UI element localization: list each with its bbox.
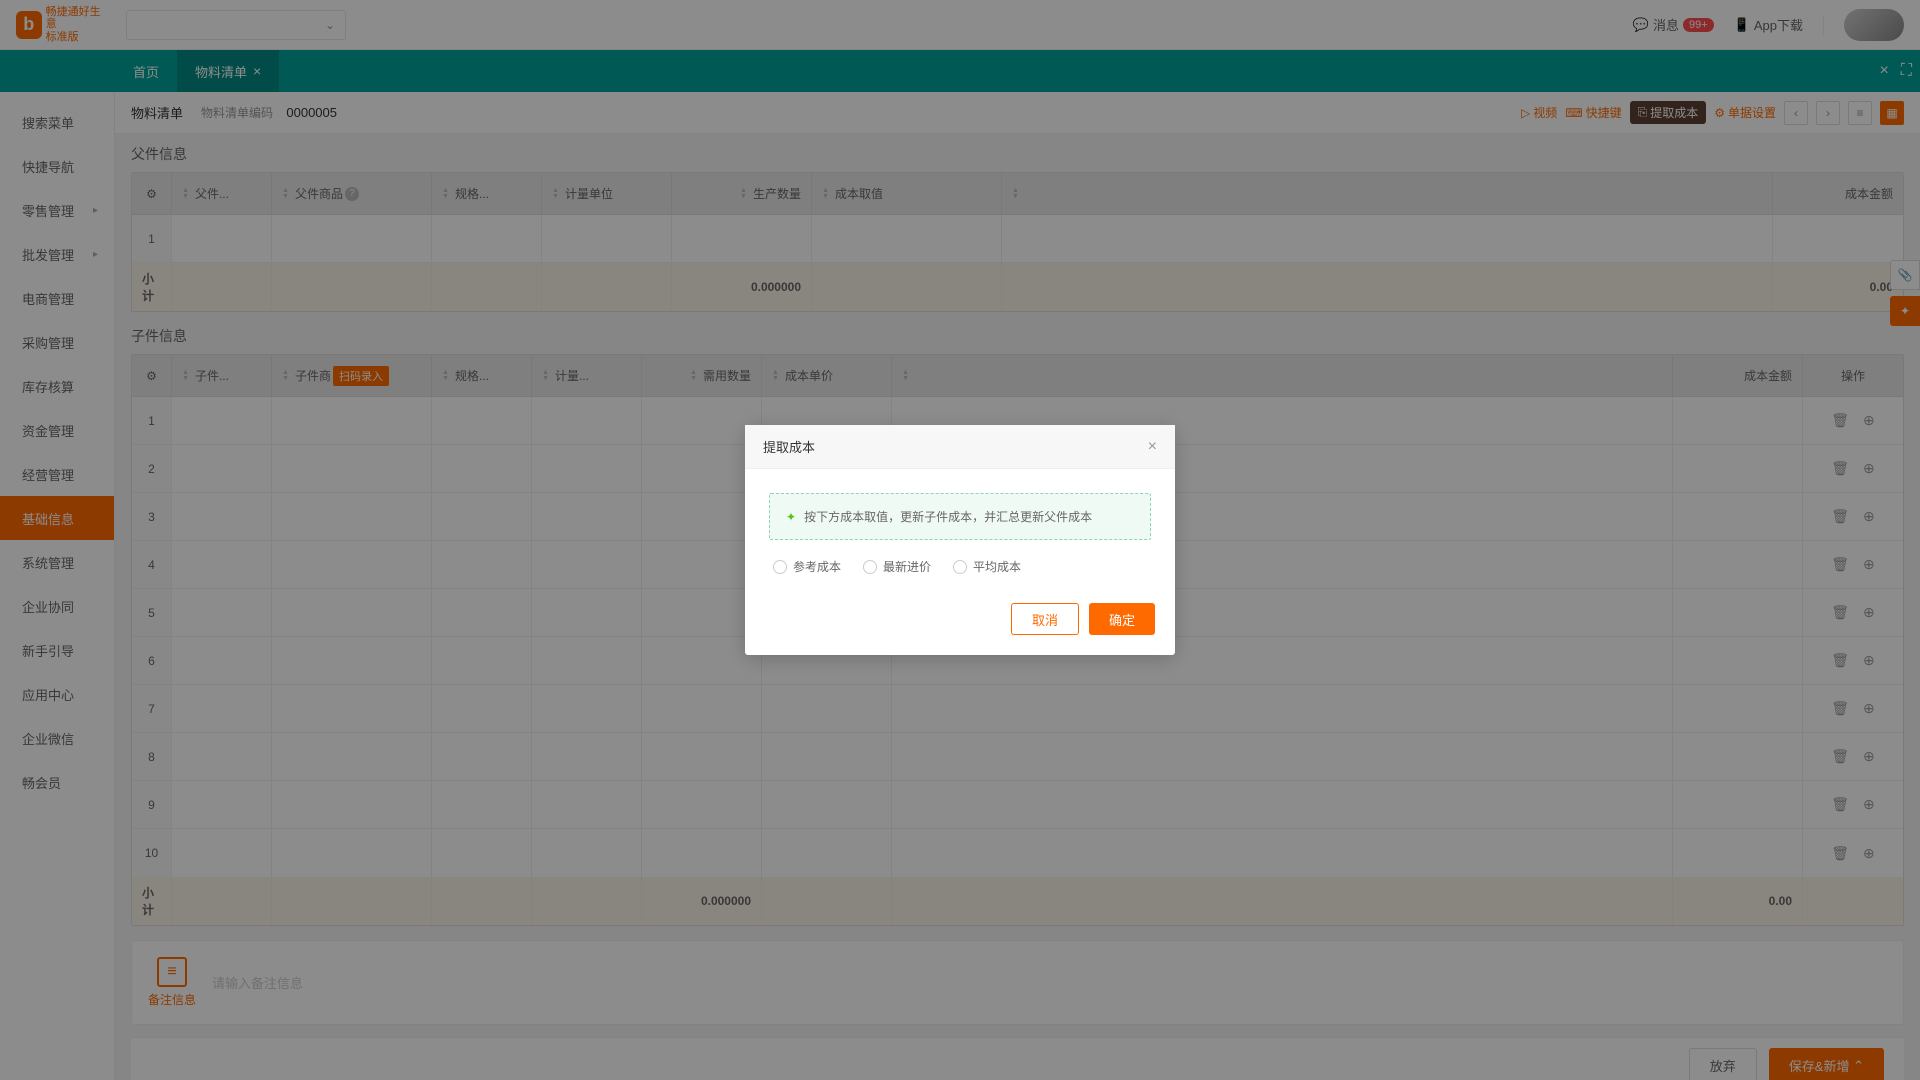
modal-cancel-button[interactable]: 取消 <box>1011 603 1079 635</box>
extract-cost-modal: 提取成本 × ✦ 按下方成本取值，更新子件成本，并汇总更新父件成本 参考成本 最… <box>745 425 1175 655</box>
radio-ref-cost[interactable]: 参考成本 <box>773 558 841 575</box>
radio-avg-cost[interactable]: 平均成本 <box>953 558 1021 575</box>
modal-overlay: 提取成本 × ✦ 按下方成本取值，更新子件成本，并汇总更新父件成本 参考成本 最… <box>0 0 1920 1080</box>
modal-tip-text: 按下方成本取值，更新子件成本，并汇总更新父件成本 <box>804 508 1092 525</box>
modal-close-button[interactable]: × <box>1148 438 1157 456</box>
lightbulb-icon: ✦ <box>786 510 796 524</box>
modal-tip: ✦ 按下方成本取值，更新子件成本，并汇总更新父件成本 <box>769 493 1151 540</box>
radio-latest-price[interactable]: 最新进价 <box>863 558 931 575</box>
modal-title: 提取成本 <box>763 437 815 456</box>
modal-ok-button[interactable]: 确定 <box>1089 603 1155 635</box>
